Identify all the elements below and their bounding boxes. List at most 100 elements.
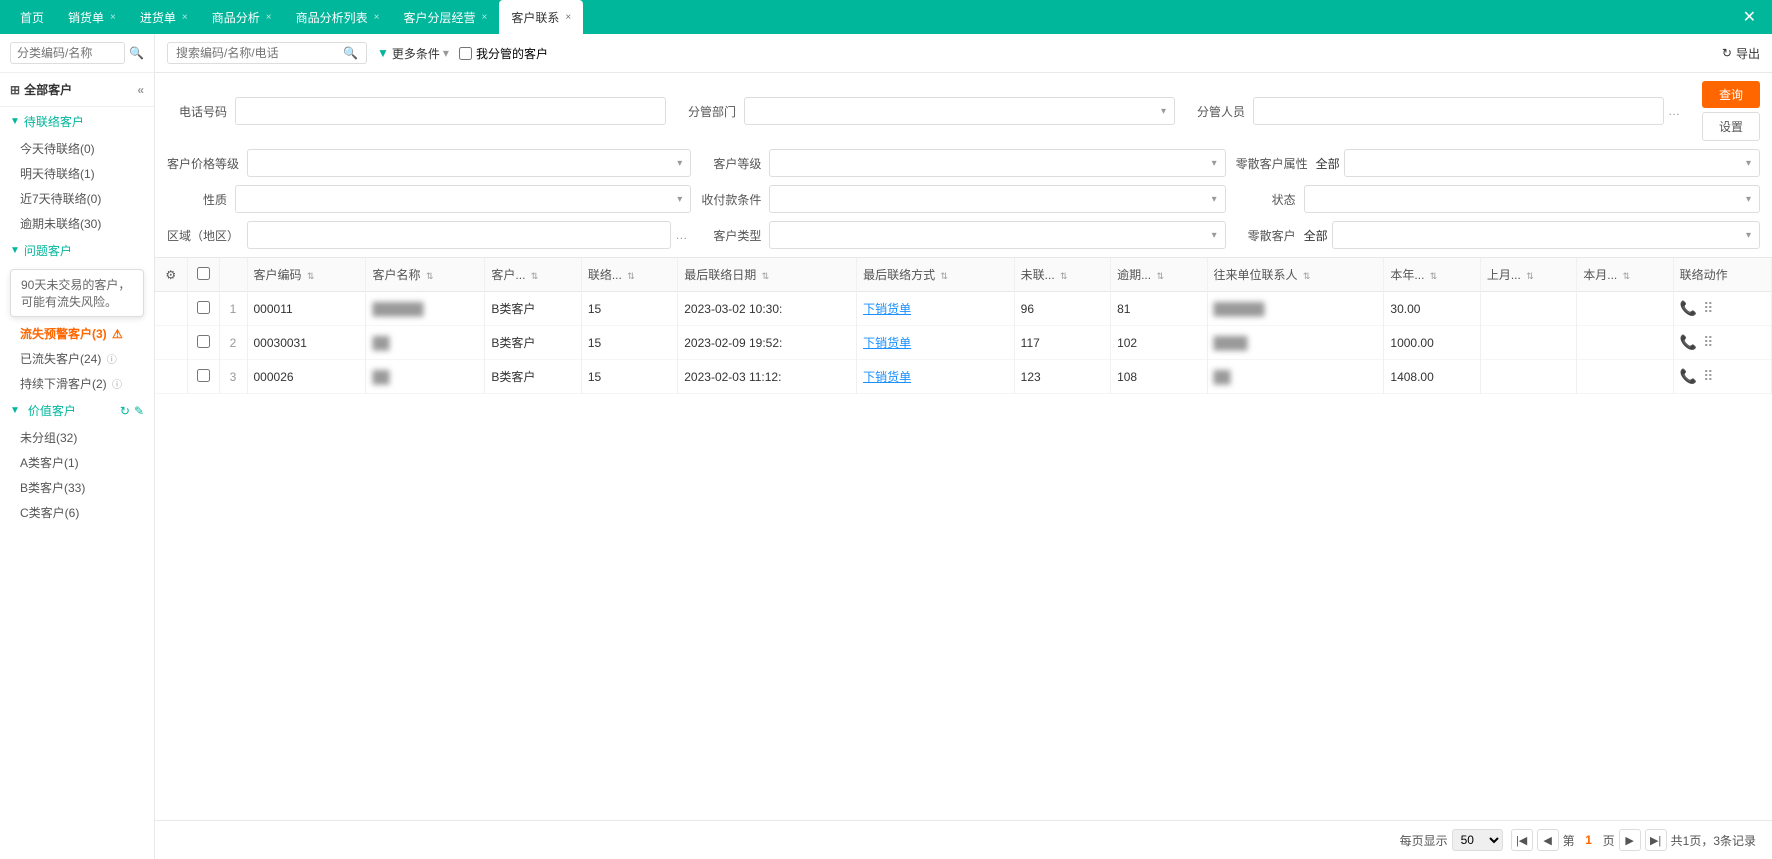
retail-attr-select[interactable]: ▾ [1344, 149, 1760, 177]
next-page-btn[interactable]: ▶ [1619, 829, 1641, 851]
close-tab-sales[interactable]: × [110, 12, 116, 23]
region-input[interactable] [247, 221, 671, 249]
col-last-way[interactable]: 最后联络方式 ⇅ [857, 258, 1015, 292]
sort-type[interactable]: ⇅ [531, 271, 539, 282]
customer-grade-select[interactable]: ▾ [769, 149, 1225, 177]
row-last-way: 下销货单 [857, 326, 1015, 360]
col-type[interactable]: 客户... ⇅ [485, 258, 581, 292]
close-tab-customer-segment[interactable]: × [481, 12, 487, 23]
sidebar-item-tomorrow-pending[interactable]: 明天待联络(1) [0, 161, 154, 186]
contact-icon[interactable]: 📞 [1680, 300, 1697, 317]
sort-contact[interactable]: ⇅ [627, 271, 635, 282]
sidebar-item-today-pending[interactable]: 今天待联络(0) [0, 136, 154, 161]
contact-icon[interactable]: 📞 [1680, 368, 1697, 385]
filter-search-input[interactable] [176, 46, 343, 60]
region-dots[interactable]: … [671, 228, 691, 242]
query-button[interactable]: 查询 [1702, 81, 1760, 108]
sort-this-month[interactable]: ⇅ [1623, 271, 1631, 282]
sort-this-year[interactable]: ⇅ [1430, 271, 1438, 282]
sidebar-item-overdue-pending[interactable]: 逾期未联络(30) [0, 211, 154, 236]
sidebar-search-icon[interactable]: 🔍 [129, 46, 144, 60]
manager-dots[interactable]: … [1664, 104, 1684, 118]
tab-home[interactable]: 首页 [8, 0, 56, 34]
select-all-checkbox[interactable] [197, 267, 210, 280]
gender-select[interactable]: ▾ [235, 185, 691, 213]
sidebar-item-class-c[interactable]: C类客户(6) [0, 500, 154, 525]
col-this-year[interactable]: 本年... ⇅ [1384, 258, 1480, 292]
row-checkbox[interactable] [197, 301, 210, 314]
close-tab-purchase[interactable]: × [182, 12, 188, 23]
dept-select[interactable]: ▾ [744, 97, 1175, 125]
last-page-btn[interactable]: ▶| [1645, 829, 1667, 851]
col-contact[interactable]: 联络... ⇅ [581, 258, 677, 292]
sidebar-item-class-a[interactable]: A类客户(1) [0, 450, 154, 475]
tab-analysis[interactable]: 商品分析 × [200, 0, 284, 34]
status-select[interactable]: ▾ [1304, 185, 1760, 213]
sidebar-item-class-b[interactable]: B类客户(33) [0, 475, 154, 500]
sidebar-group-pending[interactable]: ▼ 待联络客户 [0, 107, 154, 136]
more-conditions-btn[interactable]: ▼ 更多条件 ▾ [377, 45, 449, 62]
col-last-date[interactable]: 最后联络日期 ⇅ [678, 258, 857, 292]
close-tab-analysis[interactable]: × [266, 12, 272, 23]
more-icon[interactable]: ⠿ [1703, 334, 1713, 351]
sidebar-item-declining[interactable]: 持续下滑客户(2) ⓘ [0, 371, 154, 396]
sort-overdue[interactable]: ⇅ [1156, 271, 1164, 282]
retail-customer-select[interactable]: ▾ [1332, 221, 1760, 249]
col-overdue[interactable]: 逾期... ⇅ [1111, 258, 1207, 292]
table-row: 3 000026 ██ B类客户 15 2023-02-03 11:12: 下销… [155, 360, 1772, 394]
col-this-month[interactable]: 本月... ⇅ [1577, 258, 1673, 292]
col-unit-contact[interactable]: 往来单位联系人 ⇅ [1207, 258, 1384, 292]
edit-icon[interactable]: ✎ [134, 404, 144, 418]
refresh-icon[interactable]: ↻ [120, 404, 130, 418]
col-last-month[interactable]: 上月... ⇅ [1480, 258, 1576, 292]
sort-last-way[interactable]: ⇅ [940, 271, 948, 282]
sidebar-group-value[interactable]: ▼ 价值客户 ↻ ✎ [0, 396, 154, 425]
row-checkbox[interactable] [197, 335, 210, 348]
sidebar-item-churned[interactable]: 已流失客户(24) ⓘ [0, 346, 154, 371]
more-icon[interactable]: ⠿ [1703, 368, 1713, 385]
sort-uncontacted[interactable]: ⇅ [1060, 271, 1068, 282]
col-name[interactable]: 客户名称 ⇅ [366, 258, 485, 292]
more-icon[interactable]: ⠿ [1703, 300, 1713, 317]
row-checkbox[interactable] [197, 369, 210, 382]
sort-unit-contact[interactable]: ⇅ [1303, 271, 1311, 282]
sort-code[interactable]: ⇅ [307, 271, 315, 282]
per-page-select[interactable]: 50 100 200 [1452, 829, 1503, 851]
sidebar-item-churn-warning[interactable]: 流失预警客户(3) ⚠ [0, 321, 154, 346]
price-grade-select[interactable]: ▾ [247, 149, 691, 177]
close-tab-customer-union[interactable]: × [565, 12, 571, 23]
sidebar-item-week-pending[interactable]: 近7天待联络(0) [0, 186, 154, 211]
phone-input[interactable] [235, 97, 666, 125]
prev-page-btn[interactable]: ◀ [1537, 829, 1559, 851]
col-settings[interactable]: ⚙ [155, 258, 187, 292]
tab-purchase[interactable]: 进货单 × [128, 0, 200, 34]
contact-icon[interactable]: 📞 [1680, 334, 1697, 351]
col-code[interactable]: 客户编码 ⇅ [247, 258, 366, 292]
sidebar-search-input[interactable] [10, 42, 125, 64]
tab-customer-segment[interactable]: 客户分层经营 × [391, 0, 499, 34]
my-customers-checkbox-label[interactable]: 我分管的客户 [459, 45, 548, 62]
sort-name[interactable]: ⇅ [426, 271, 434, 282]
tab-sales[interactable]: 销货单 × [56, 0, 128, 34]
sort-last-month[interactable]: ⇅ [1526, 271, 1534, 282]
settings-button[interactable]: 设置 [1702, 112, 1760, 141]
row-unit-contact: ██████ [1207, 292, 1384, 326]
col-uncontacted[interactable]: 未联... ⇅ [1014, 258, 1110, 292]
manager-input[interactable] [1253, 97, 1664, 125]
sidebar-group-churn[interactable]: ▼ 问题客户 [0, 236, 154, 265]
sort-last-date[interactable]: ⇅ [762, 271, 770, 282]
close-tab-analysis-list[interactable]: × [374, 12, 380, 23]
payment-select[interactable]: ▾ [769, 185, 1225, 213]
tab-analysis-list[interactable]: 商品分析列表 × [284, 0, 392, 34]
tab-customer-union[interactable]: 客户联系 × [499, 0, 583, 34]
export-btn[interactable]: ↻ 导出 [1722, 45, 1760, 62]
sidebar-item-ungrouped[interactable]: 未分组(32) [0, 425, 154, 450]
first-page-btn[interactable]: |◀ [1511, 829, 1533, 851]
customer-type-select[interactable]: ▾ [769, 221, 1225, 249]
sidebar-all-customers[interactable]: ⊞ 全部客户 « [0, 73, 154, 107]
filter-search-icon[interactable]: 🔍 [343, 46, 358, 60]
row-name: ██ [366, 360, 485, 394]
sidebar-collapse-btn[interactable]: « [137, 83, 144, 97]
my-customers-checkbox[interactable] [459, 47, 472, 60]
window-close-button[interactable]: ✕ [1735, 7, 1764, 27]
